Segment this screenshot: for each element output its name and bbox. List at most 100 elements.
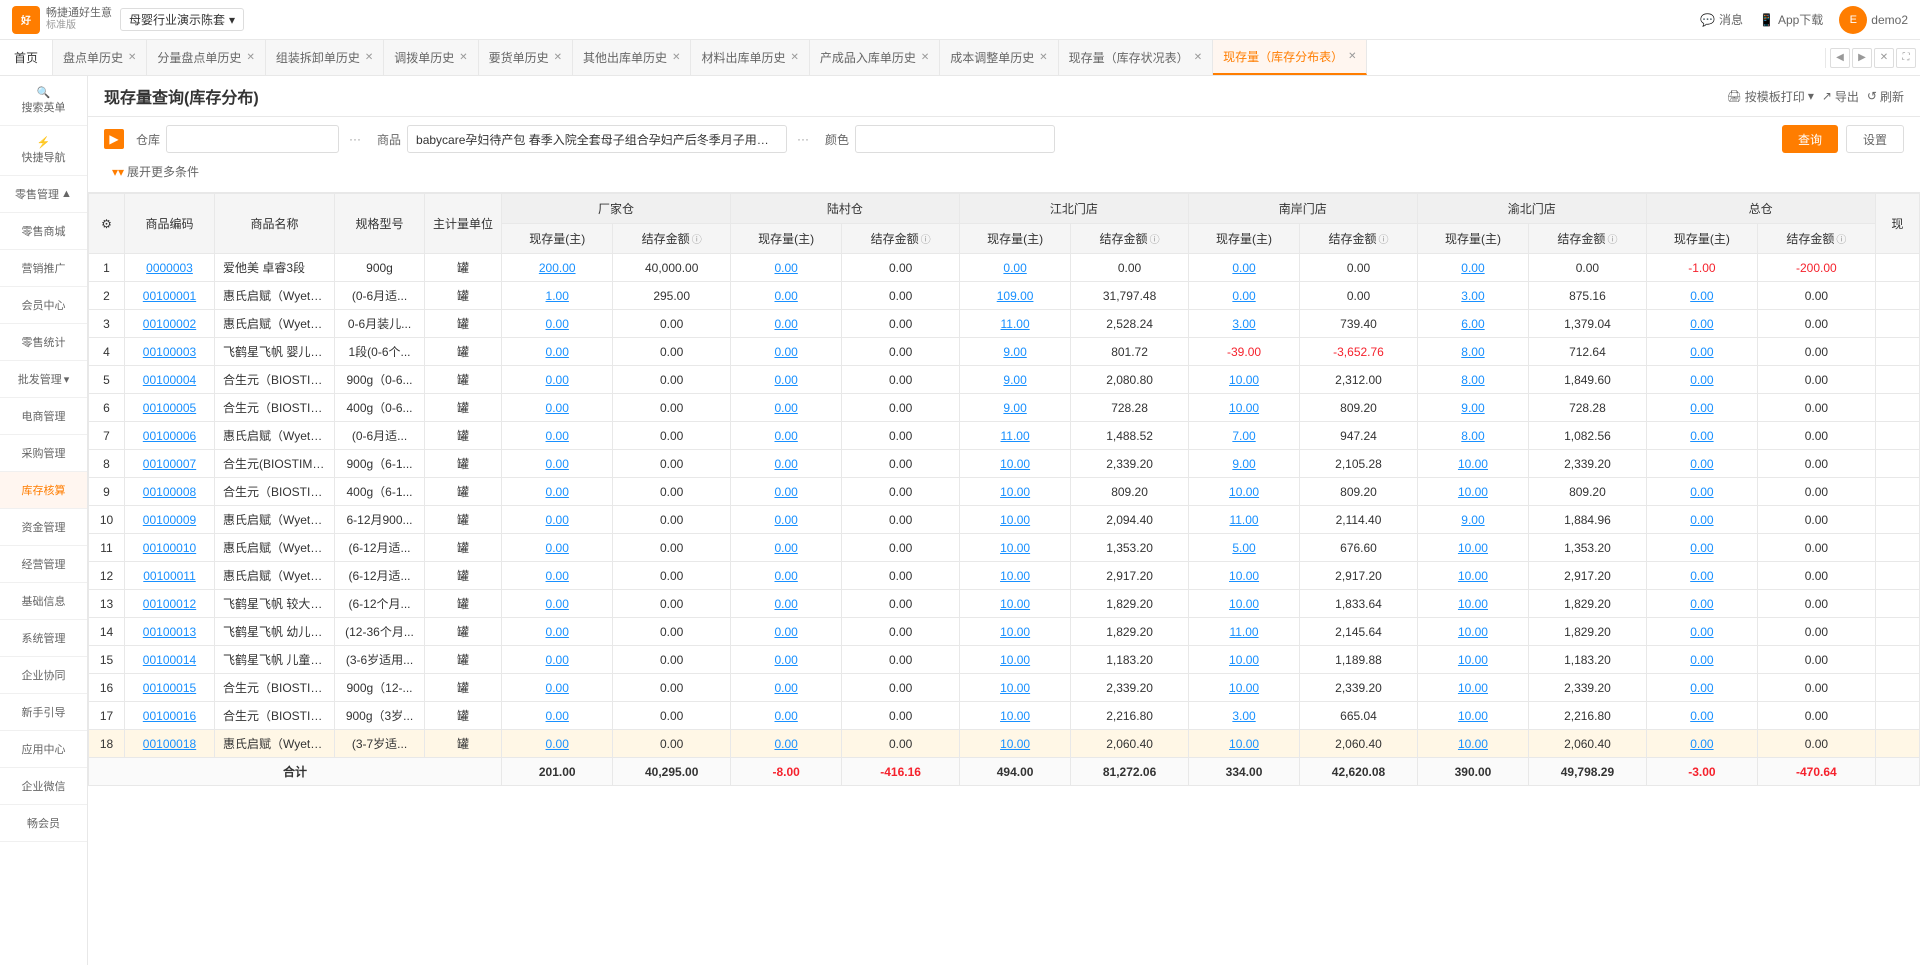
jb-qty-link[interactable]: 10.00 bbox=[1000, 737, 1030, 751]
jb-qty-link[interactable]: 10.00 bbox=[1000, 513, 1030, 527]
yb-qty-link[interactable]: 10.00 bbox=[1458, 485, 1488, 499]
jb-qty-link[interactable]: 10.00 bbox=[1000, 541, 1030, 555]
lu-qty-link[interactable]: 0.00 bbox=[774, 653, 797, 667]
lu-qty-link[interactable]: 0.00 bbox=[774, 261, 797, 275]
message-btn[interactable]: 💬 消息 bbox=[1700, 11, 1743, 28]
na-qty-link[interactable]: 3.00 bbox=[1232, 317, 1255, 331]
jb-qty-link[interactable]: 10.00 bbox=[1000, 457, 1030, 471]
chang-qty-link[interactable]: 0.00 bbox=[546, 709, 569, 723]
tab-chengben[interactable]: 成本调整单历史 ✕ bbox=[940, 40, 1058, 75]
tot-qty-val[interactable]: 0.00 bbox=[1690, 541, 1713, 555]
query-button[interactable]: 查询 bbox=[1782, 125, 1838, 153]
tot-qty-val[interactable]: -1.00 bbox=[1688, 261, 1715, 275]
goods-dots-btn[interactable]: ··· bbox=[793, 132, 813, 146]
na-qty-link[interactable]: 7.00 bbox=[1232, 429, 1255, 443]
chang-qty-link[interactable]: 0.00 bbox=[546, 485, 569, 499]
yb-qty-link[interactable]: 10.00 bbox=[1458, 709, 1488, 723]
na-amt-info-icon[interactable]: ⓘ bbox=[1379, 235, 1389, 246]
jb-qty-link[interactable]: 10.00 bbox=[1000, 625, 1030, 639]
tot-qty-val[interactable]: 0.00 bbox=[1690, 513, 1713, 527]
tab-panding[interactable]: 盘点单历史 ✕ bbox=[53, 40, 147, 75]
jb-qty-link[interactable]: 9.00 bbox=[1003, 401, 1026, 415]
tab-close-diaobao[interactable]: ✕ bbox=[459, 52, 467, 63]
code-link[interactable]: 00100015 bbox=[143, 681, 196, 695]
sidebar-item-purchase[interactable]: 采购管理 bbox=[0, 435, 87, 472]
yb-qty-link[interactable]: 10.00 bbox=[1458, 625, 1488, 639]
na-qty-link[interactable]: 11.00 bbox=[1229, 513, 1258, 527]
sidebar-item-retail-mgmt[interactable]: 零售管理 ▲ bbox=[0, 176, 87, 213]
tot-qty-val[interactable]: 0.00 bbox=[1690, 597, 1713, 611]
lu-qty-link[interactable]: 0.00 bbox=[774, 317, 797, 331]
expand-conditions-btn[interactable]: ▾▾ 展开更多条件 bbox=[104, 159, 1904, 184]
yb-qty-link[interactable]: 10.00 bbox=[1458, 653, 1488, 667]
chang-qty-link[interactable]: 0.00 bbox=[546, 429, 569, 443]
tab-kucun-status[interactable]: 现存量（库存状况表） ✕ bbox=[1059, 40, 1213, 75]
tab-close-qitachuku[interactable]: ✕ bbox=[672, 52, 680, 63]
yb-qty-link[interactable]: 10.00 bbox=[1458, 597, 1488, 611]
tot-qty-val[interactable]: 0.00 bbox=[1690, 401, 1713, 415]
tab-close-chengben[interactable]: ✕ bbox=[1039, 52, 1047, 63]
jb-qty-link[interactable]: 11.00 bbox=[1001, 429, 1030, 443]
lu-qty-link[interactable]: 0.00 bbox=[774, 401, 797, 415]
lu-qty-link[interactable]: 0.00 bbox=[774, 485, 797, 499]
lu-amt-info-icon[interactable]: ⓘ bbox=[921, 235, 931, 246]
na-qty-link[interactable]: 10.00 bbox=[1229, 401, 1259, 415]
chang-qty-link[interactable]: 0.00 bbox=[546, 597, 569, 611]
jb-qty-link[interactable]: 11.00 bbox=[1001, 317, 1030, 331]
sidebar-item-marketing[interactable]: 营销推广 bbox=[0, 250, 87, 287]
tab-expand-btn[interactable]: ⛶ bbox=[1896, 48, 1916, 68]
sidebar-item-member2[interactable]: 畅会员 bbox=[0, 805, 87, 842]
code-link[interactable]: 00100016 bbox=[143, 709, 196, 723]
lu-qty-link[interactable]: 0.00 bbox=[774, 345, 797, 359]
jb-qty-link[interactable]: 10.00 bbox=[1000, 681, 1030, 695]
tab-close-fenpanding[interactable]: ✕ bbox=[246, 52, 254, 63]
user-avatar-btn[interactable]: E demo2 bbox=[1839, 6, 1908, 34]
tab-chancheng[interactable]: 产成品入库单历史 ✕ bbox=[810, 40, 940, 75]
chang-qty-link[interactable]: 0.00 bbox=[546, 625, 569, 639]
sidebar-item-base[interactable]: 基础信息 bbox=[0, 583, 87, 620]
yb-qty-link[interactable]: 10.00 bbox=[1458, 541, 1488, 555]
chang-qty-link[interactable]: 0.00 bbox=[546, 373, 569, 387]
code-link[interactable]: 00100007 bbox=[143, 457, 196, 471]
settings-button[interactable]: 设置 bbox=[1846, 125, 1904, 153]
jb-qty-link[interactable]: 10.00 bbox=[1000, 709, 1030, 723]
chang-qty-link[interactable]: 0.00 bbox=[546, 457, 569, 471]
export-btn[interactable]: ↗ 导出 bbox=[1822, 88, 1859, 105]
chang-qty-link[interactable]: 0.00 bbox=[546, 681, 569, 695]
tab-fenpanding[interactable]: 分量盘点单历史 ✕ bbox=[147, 40, 265, 75]
code-link[interactable]: 00100001 bbox=[143, 289, 196, 303]
na-qty-link[interactable]: 9.00 bbox=[1232, 457, 1255, 471]
code-link[interactable]: 00100006 bbox=[143, 429, 196, 443]
sidebar-item-collab[interactable]: 企业协同 bbox=[0, 657, 87, 694]
sidebar-item-member[interactable]: 会员中心 bbox=[0, 287, 87, 324]
tab-home[interactable]: 首页 bbox=[0, 40, 53, 75]
refresh-btn[interactable]: ↺ 刷新 bbox=[1867, 88, 1904, 105]
warehouse-input[interactable] bbox=[166, 125, 339, 153]
code-link[interactable]: 00100012 bbox=[143, 597, 196, 611]
tab-cailiao[interactable]: 材料出库单历史 ✕ bbox=[691, 40, 809, 75]
sidebar-item-system[interactable]: 系统管理 bbox=[0, 620, 87, 657]
goods-input[interactable]: babycare孕妇待产包 春季入院全套母子组合孕妇产后冬季月子用品 22件套 … bbox=[407, 125, 787, 153]
jb-amt-info-icon[interactable]: ⓘ bbox=[1150, 235, 1160, 246]
yb-qty-link[interactable]: 8.00 bbox=[1461, 429, 1484, 443]
na-qty-link[interactable]: 10.00 bbox=[1229, 485, 1259, 499]
print-btn[interactable]: 🖨 按模板打印 ▾ bbox=[1727, 88, 1814, 105]
warehouse-dots-btn[interactable]: ··· bbox=[345, 132, 365, 146]
code-link[interactable]: 00100003 bbox=[143, 345, 196, 359]
tab-close-kucun-status[interactable]: ✕ bbox=[1194, 52, 1202, 63]
tot-qty-val[interactable]: 0.00 bbox=[1690, 681, 1713, 695]
sidebar-item-app-center[interactable]: 应用中心 bbox=[0, 731, 87, 768]
code-link[interactable]: 00100009 bbox=[143, 513, 196, 527]
chang-qty-link[interactable]: 0.00 bbox=[546, 569, 569, 583]
chang-amt-info-icon[interactable]: ⓘ bbox=[692, 235, 702, 246]
na-qty-link[interactable]: 10.00 bbox=[1229, 373, 1259, 387]
lu-qty-link[interactable]: 0.00 bbox=[774, 625, 797, 639]
yb-qty-link[interactable]: 10.00 bbox=[1458, 681, 1488, 695]
tot-qty-val[interactable]: 0.00 bbox=[1690, 569, 1713, 583]
yb-qty-link[interactable]: 6.00 bbox=[1461, 317, 1484, 331]
na-qty-link[interactable]: -39.00 bbox=[1227, 345, 1261, 359]
tot-qty-val[interactable]: 0.00 bbox=[1690, 373, 1713, 387]
code-link[interactable]: 00100014 bbox=[143, 653, 196, 667]
yb-qty-link[interactable]: 10.00 bbox=[1458, 569, 1488, 583]
sidebar-item-finance[interactable]: 资金管理 bbox=[0, 509, 87, 546]
